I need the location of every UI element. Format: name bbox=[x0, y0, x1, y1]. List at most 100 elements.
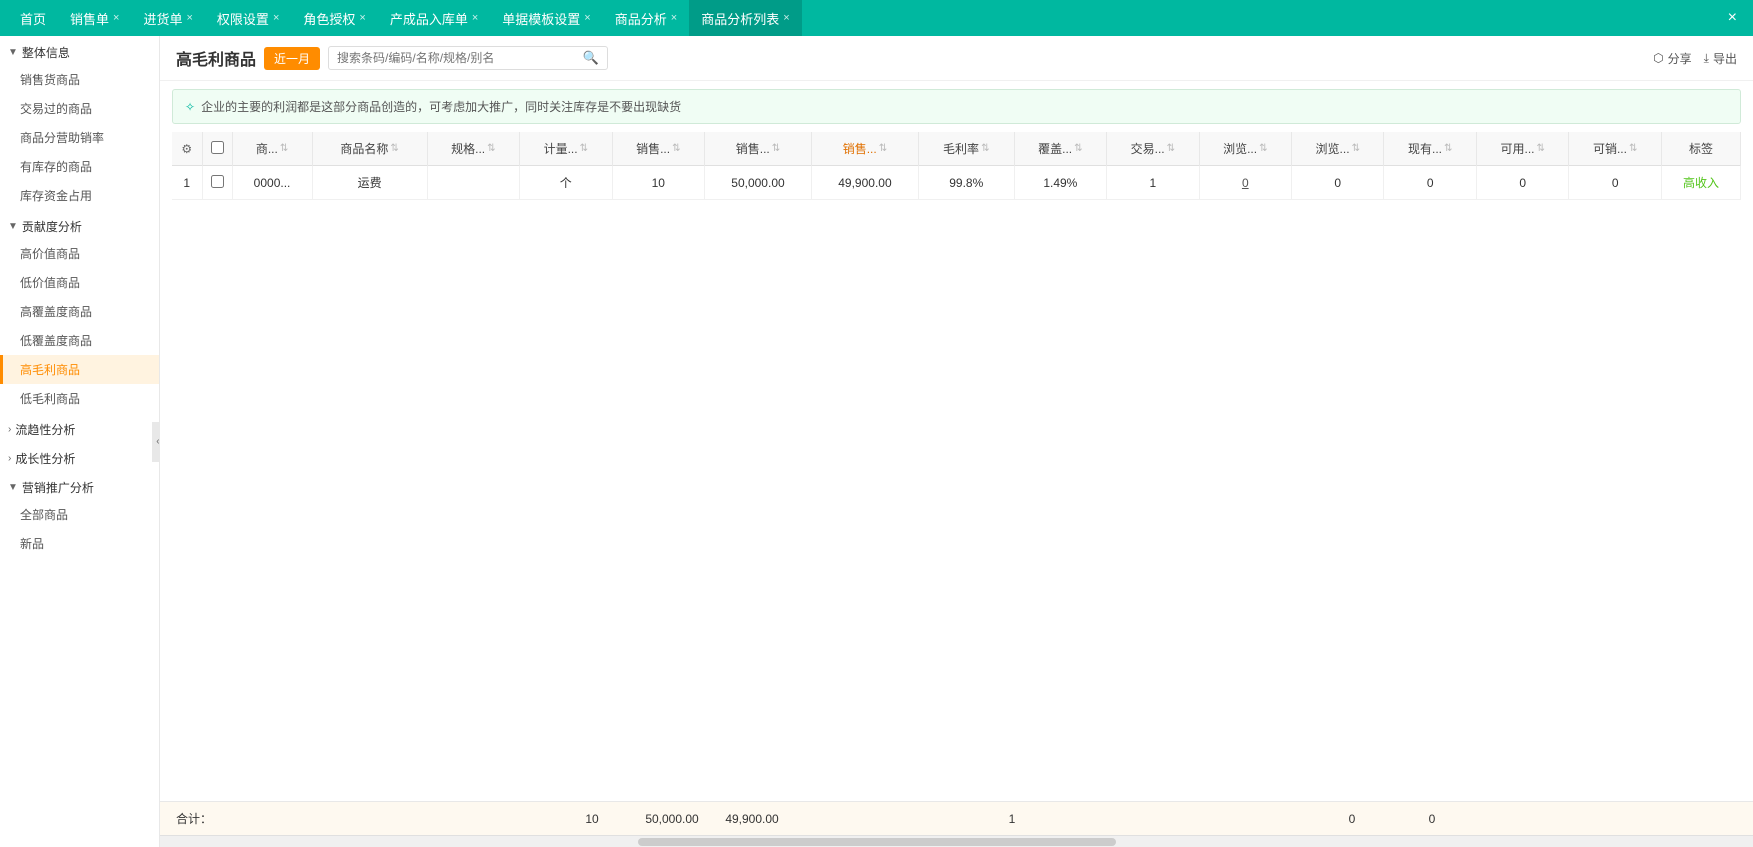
sidebar-section-growth[interactable]: › 成长性分析 bbox=[0, 442, 159, 471]
sort-icon[interactable]: ⇅ bbox=[1537, 143, 1545, 154]
col-header-current-stock[interactable]: 现有...⇅ bbox=[1384, 132, 1476, 166]
cell-current-stock: 0 bbox=[1384, 166, 1476, 200]
col-header-views2[interactable]: 浏览...⇅ bbox=[1292, 132, 1384, 166]
nav-item-warehouse[interactable]: 产成品入库单 × bbox=[378, 0, 490, 36]
col-header-name[interactable]: 商品名称⇅ bbox=[312, 132, 427, 166]
sidebar-item-contrib-rate[interactable]: 商品分营助销率 bbox=[0, 123, 159, 152]
sort-icon[interactable]: ⇅ bbox=[1444, 143, 1452, 154]
col-header-views1[interactable]: 浏览...⇅ bbox=[1199, 132, 1291, 166]
nav-close-purchase[interactable]: × bbox=[186, 12, 192, 24]
sort-icon[interactable]: ⇅ bbox=[879, 143, 887, 154]
window-close-button[interactable]: × bbox=[1720, 9, 1745, 27]
nav-close-template[interactable]: × bbox=[584, 12, 590, 24]
sort-icon[interactable]: ⇅ bbox=[1352, 143, 1360, 154]
col-header-checkbox bbox=[202, 132, 232, 166]
nav-label-analytics-list: 商品分析列表 bbox=[701, 9, 779, 28]
col-header-trade[interactable]: 交易...⇅ bbox=[1107, 132, 1199, 166]
sidebar-item-in-stock[interactable]: 有库存的商品 bbox=[0, 152, 159, 181]
col-header-available[interactable]: 可用...⇅ bbox=[1476, 132, 1568, 166]
cell-checkbox[interactable] bbox=[202, 166, 232, 200]
sidebar-item-sales-goods[interactable]: 销售货商品 bbox=[0, 65, 159, 94]
nav-item-analytics[interactable]: 商品分析 × bbox=[603, 0, 689, 36]
section-label-contribution: 贡献度分析 bbox=[22, 218, 82, 235]
sidebar-item-low-margin[interactable]: 低毛利商品 bbox=[0, 384, 159, 413]
filter-month-button[interactable]: 近一月 bbox=[264, 47, 320, 70]
sidebar-item-low-value[interactable]: 低价值商品 bbox=[0, 268, 159, 297]
nav-item-home[interactable]: 首页 bbox=[8, 0, 58, 36]
sort-icon[interactable]: ⇅ bbox=[390, 143, 398, 154]
sidebar-item-traded-goods[interactable]: 交易过的商品 bbox=[0, 94, 159, 123]
sidebar-item-inventory-capital[interactable]: 库存资金占用 bbox=[0, 181, 159, 210]
nav-close-warehouse[interactable]: × bbox=[472, 12, 478, 24]
nav-close-analytics[interactable]: × bbox=[671, 12, 677, 24]
section-label-overall: 整体信息 bbox=[22, 44, 70, 61]
nav-close-permissions[interactable]: × bbox=[273, 12, 279, 24]
settings-icon[interactable]: ⚙ bbox=[181, 142, 192, 156]
sidebar-section-overall[interactable]: ▼ 整体信息 bbox=[0, 36, 159, 65]
nav-label-template: 单据模板设置 bbox=[502, 9, 580, 28]
col-header-sales-profit[interactable]: 销售...⇅ bbox=[811, 132, 918, 166]
sort-icon[interactable]: ⇅ bbox=[981, 143, 989, 154]
sort-icon[interactable]: ⇅ bbox=[1074, 143, 1082, 154]
share-button[interactable]: ⬡ 分享 bbox=[1653, 50, 1692, 67]
sort-icon[interactable]: ⇅ bbox=[1167, 143, 1175, 154]
section-arrow-overall: ▼ bbox=[8, 47, 18, 58]
nav-close-sales[interactable]: × bbox=[113, 12, 119, 24]
section-arrow-marketing: ▼ bbox=[8, 482, 18, 493]
nav-item-template[interactable]: 单据模板设置 × bbox=[490, 0, 602, 36]
horizontal-scrollbar[interactable] bbox=[160, 835, 1753, 847]
sidebar-item-high-value[interactable]: 高价值商品 bbox=[0, 239, 159, 268]
col-header-margin[interactable]: 毛利率⇅ bbox=[918, 132, 1014, 166]
views1-link[interactable]: 0 bbox=[1242, 176, 1249, 190]
nav-close-analytics-list[interactable]: × bbox=[783, 12, 789, 24]
sidebar-item-new-goods[interactable]: 新品 bbox=[0, 529, 159, 558]
nav-item-analytics-list[interactable]: 商品分析列表 × bbox=[689, 0, 801, 36]
nav-item-purchase[interactable]: 进货单 × bbox=[131, 0, 204, 36]
nav-close-roles[interactable]: × bbox=[359, 12, 365, 24]
col-header-settings[interactable]: ⚙ bbox=[172, 132, 202, 166]
sort-icon[interactable]: ⇅ bbox=[772, 143, 780, 154]
main-area: « ▼ 整体信息 销售货商品 交易过的商品 商品分营助销率 有库存的商品 库存资… bbox=[0, 36, 1753, 847]
export-button[interactable]: ⤓ 导出 bbox=[1704, 50, 1737, 67]
col-header-sales-amount[interactable]: 销售...⇅ bbox=[705, 132, 812, 166]
col-header-coverage[interactable]: 覆盖...⇅ bbox=[1014, 132, 1106, 166]
search-icon[interactable]: 🔍 bbox=[583, 50, 599, 66]
col-header-sales-qty[interactable]: 销售...⇅ bbox=[612, 132, 704, 166]
sidebar-collapse-button[interactable]: « bbox=[152, 422, 160, 462]
cell-code: 0000... bbox=[232, 166, 312, 200]
nav-item-sales[interactable]: 销售单 × bbox=[58, 0, 131, 36]
col-header-spec[interactable]: 规格...⇅ bbox=[427, 132, 519, 166]
sidebar-section-flow[interactable]: › 流趋性分析 bbox=[0, 413, 159, 442]
content-area: 高毛利商品 近一月 🔍 ⬡ 分享 ⤓ 导出 ✧ 企业的主要的利润都是这部分商品创… bbox=[160, 36, 1753, 847]
sidebar-item-high-margin[interactable]: 高毛利商品 bbox=[0, 355, 159, 384]
sort-icon[interactable]: ⇅ bbox=[280, 143, 288, 154]
header-actions: ⬡ 分享 ⤓ 导出 bbox=[1653, 50, 1737, 67]
sort-icon[interactable]: ⇅ bbox=[1259, 143, 1267, 154]
sidebar-section-marketing[interactable]: ▼ 营销推广分析 bbox=[0, 471, 159, 500]
nav-item-roles[interactable]: 角色授权 × bbox=[291, 0, 377, 36]
sidebar-item-high-coverage[interactable]: 高覆盖度商品 bbox=[0, 297, 159, 326]
sidebar-item-low-coverage[interactable]: 低覆盖度商品 bbox=[0, 326, 159, 355]
scrollbar-thumb[interactable] bbox=[638, 838, 1116, 846]
sidebar-section-contribution[interactable]: ▼ 贡献度分析 bbox=[0, 210, 159, 239]
sort-icon[interactable]: ⇅ bbox=[1629, 143, 1637, 154]
cell-views1[interactable]: 0 bbox=[1199, 166, 1291, 200]
col-header-unit[interactable]: 计量...⇅ bbox=[520, 132, 612, 166]
select-all-checkbox[interactable] bbox=[211, 141, 224, 154]
row-checkbox[interactable] bbox=[211, 175, 224, 188]
sidebar-item-all-goods[interactable]: 全部商品 bbox=[0, 500, 159, 529]
cell-tag: 高收入 bbox=[1661, 166, 1740, 200]
search-input[interactable] bbox=[337, 51, 583, 65]
sort-icon[interactable]: ⇅ bbox=[672, 143, 680, 154]
nav-item-permissions[interactable]: 权限设置 × bbox=[205, 0, 291, 36]
col-header-code[interactable]: 商...⇅ bbox=[232, 132, 312, 166]
top-nav: 首页 销售单 × 进货单 × 权限设置 × 角色授权 × 产成品入库单 × 单据… bbox=[0, 0, 1753, 36]
info-icon: ✧ bbox=[185, 100, 195, 114]
page-title: 高毛利商品 bbox=[176, 46, 256, 70]
cell-sales-qty: 10 bbox=[612, 166, 704, 200]
col-header-sellable[interactable]: 可销...⇅ bbox=[1569, 132, 1661, 166]
sort-icon[interactable]: ⇅ bbox=[580, 143, 588, 154]
sort-icon[interactable]: ⇅ bbox=[487, 143, 495, 154]
col-header-tag[interactable]: 标签 bbox=[1661, 132, 1740, 166]
nav-label-home: 首页 bbox=[20, 9, 46, 28]
